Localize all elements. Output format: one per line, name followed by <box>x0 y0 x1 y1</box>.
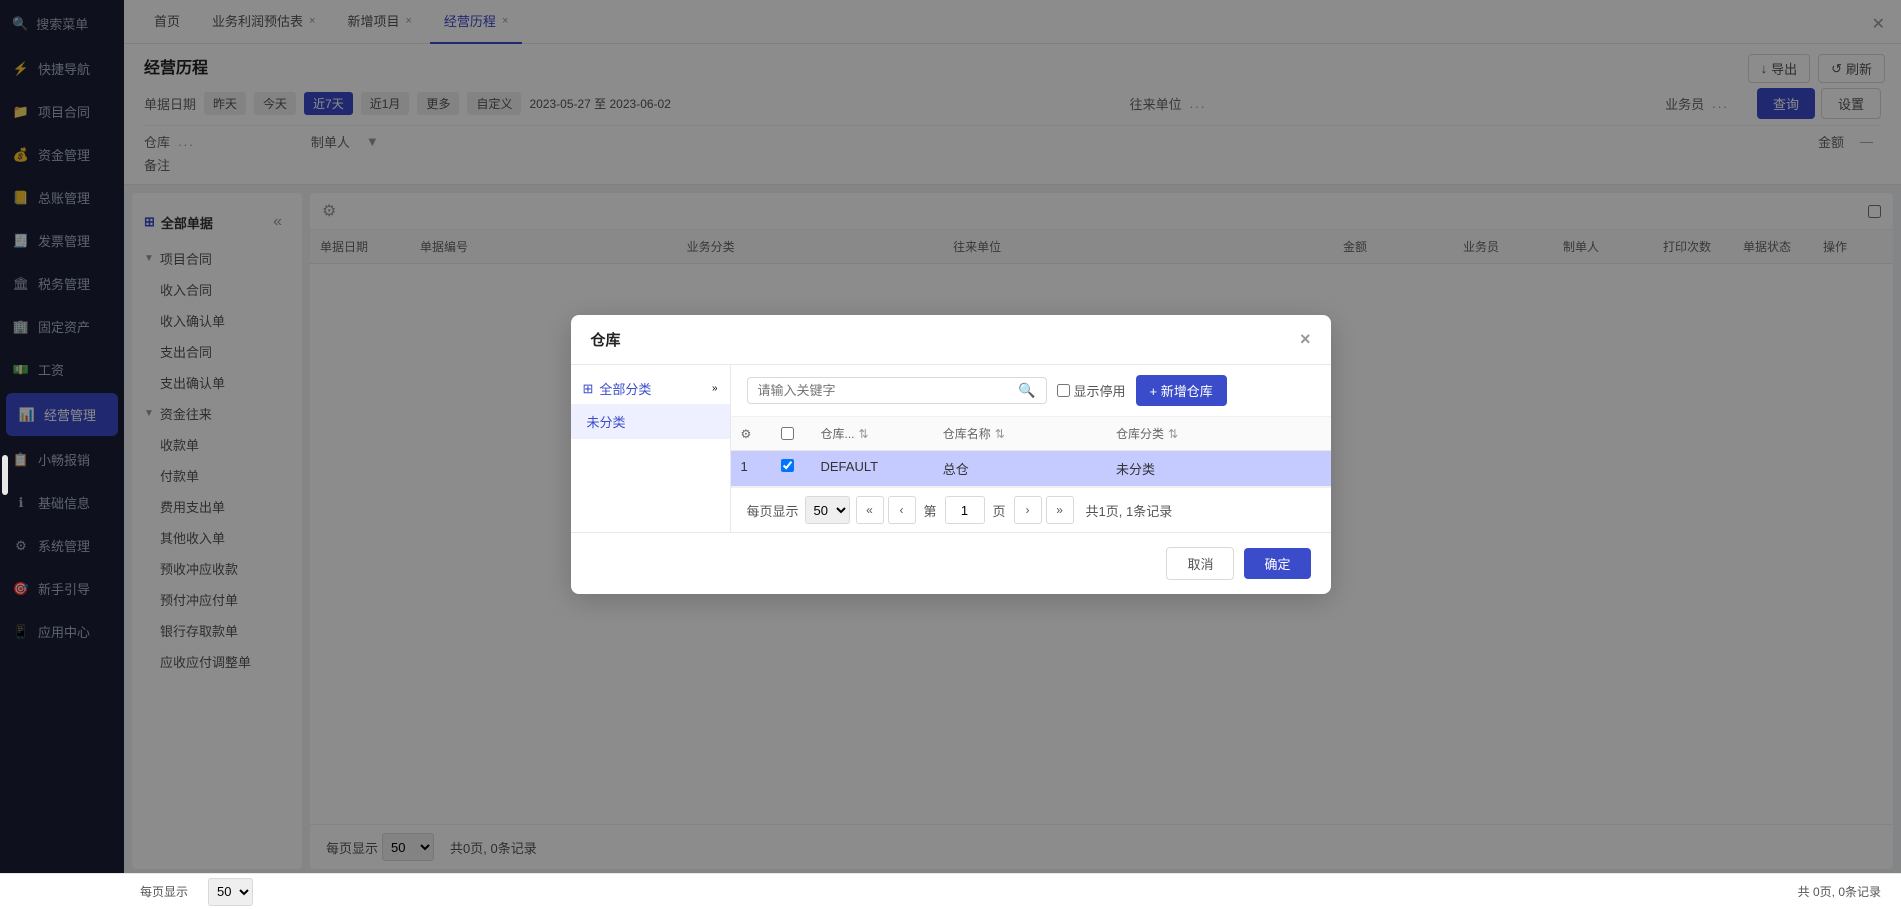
taskbar: 每页显示 50 共 0页, 0条记录 <box>0 873 1901 909</box>
cancel-button[interactable]: 取消 <box>1166 547 1234 580</box>
modal-pagination: 每页显示 50 « ‹ 第 页 › » 共1页, 1条记录 <box>731 487 1331 532</box>
modal-table-header: ⚙ 仓库... ⇅ 仓库名称 ⇅ <box>731 417 1331 451</box>
sort-icon[interactable]: ⇅ <box>859 427 869 441</box>
modal-sidebar-item-uncategorized[interactable]: 未分类 <box>571 404 730 439</box>
row-select-checkbox[interactable] <box>781 459 794 472</box>
first-page-button[interactable]: « <box>856 496 884 524</box>
col-code-label: 仓库... <box>821 425 855 442</box>
row-category: 未分类 <box>1106 451 1330 486</box>
mth-settings: ⚙ <box>731 417 771 450</box>
total-records: 共1页, 1条记录 <box>1086 501 1173 520</box>
modal-search-input[interactable] <box>758 383 1013 398</box>
taskbar-right: 共 0页, 0条记录 <box>1798 883 1881 900</box>
col-category-label: 仓库分类 <box>1116 425 1164 442</box>
mth-checkbox <box>771 417 811 450</box>
row-checkbox <box>771 451 811 486</box>
mth-category: 仓库分类 ⇅ <box>1106 417 1330 450</box>
modal-header: 仓库 × <box>571 315 1331 365</box>
settings-icon[interactable]: ⚙ <box>741 427 752 441</box>
modal-toolbar: 🔍 显示停用 + 新增仓库 <box>731 365 1331 417</box>
mth-code: 仓库... ⇅ <box>811 417 933 450</box>
modal-sidebar-item-label: 未分类 <box>587 415 626 430</box>
search-icon[interactable]: 🔍 <box>1018 382 1035 399</box>
grid-icon: ⊞ <box>583 381 594 397</box>
modal-actions: 取消 确定 <box>571 532 1331 594</box>
show-disabled-checkbox[interactable] <box>1057 384 1070 397</box>
modal-page-size-select[interactable]: 50 <box>805 496 850 524</box>
show-disabled-checkbox-label[interactable]: 显示停用 <box>1057 381 1126 400</box>
last-page-button[interactable]: » <box>1046 496 1074 524</box>
add-label: + 新增仓库 <box>1150 381 1213 400</box>
add-warehouse-button[interactable]: + 新增仓库 <box>1136 375 1227 406</box>
warehouse-name: 总仓 <box>943 462 969 477</box>
taskbar-page-size-select[interactable]: 50 <box>208 878 253 906</box>
warehouse-code: DEFAULT <box>821 459 879 474</box>
pagination-controls: « ‹ 第 页 › » <box>856 496 1074 524</box>
page-suffix: 页 <box>993 501 1006 520</box>
page-label: 第 <box>924 501 937 520</box>
modal-title: 仓库 <box>591 329 621 350</box>
mth-name: 仓库名称 ⇅ <box>933 417 1106 450</box>
modal-body: ⊞ 全部分类 » 未分类 🔍 <box>571 365 1331 532</box>
row-number: 1 <box>741 459 748 474</box>
next-page-button[interactable]: › <box>1014 496 1042 524</box>
modal-select-all-checkbox[interactable] <box>781 427 794 440</box>
modal-sidebar-all-label: 全部分类 <box>599 379 651 398</box>
page-number-input[interactable] <box>945 496 985 524</box>
confirm-button[interactable]: 确定 <box>1244 548 1310 579</box>
warehouse-category: 未分类 <box>1116 462 1155 477</box>
table-row[interactable]: 1 DEFAULT 总仓 未分类 <box>731 451 1331 487</box>
modal-sidebar-header[interactable]: ⊞ 全部分类 » <box>571 373 730 404</box>
modal-search-box: 🔍 <box>747 377 1047 404</box>
prev-page-button[interactable]: ‹ <box>888 496 916 524</box>
show-disabled-label: 显示停用 <box>1074 381 1126 400</box>
modal-main: 🔍 显示停用 + 新增仓库 ⚙ <box>731 365 1331 532</box>
row-code: DEFAULT <box>811 451 933 486</box>
sort-icon[interactable]: ⇅ <box>1168 427 1178 441</box>
modal-table: ⚙ 仓库... ⇅ 仓库名称 ⇅ <box>731 417 1331 487</box>
warehouse-modal: 仓库 × ⊞ 全部分类 » 未分类 <box>571 315 1331 594</box>
col-name-label: 仓库名称 <box>943 425 991 442</box>
modal-overlay: 仓库 × ⊞ 全部分类 » 未分类 <box>0 0 1901 909</box>
page-size-label: 每页显示 <box>747 501 799 520</box>
row-index: 1 <box>731 451 771 486</box>
row-name: 总仓 <box>933 451 1106 486</box>
chevron-icon: » <box>712 383 718 394</box>
modal-close-button[interactable]: × <box>1300 329 1311 350</box>
taskbar-total: 共 0页, 0条记录 <box>1798 883 1881 900</box>
modal-sidebar: ⊞ 全部分类 » 未分类 <box>571 365 731 532</box>
taskbar-page-size-label: 每页显示 <box>140 883 188 900</box>
sort-icon[interactable]: ⇅ <box>995 427 1005 441</box>
